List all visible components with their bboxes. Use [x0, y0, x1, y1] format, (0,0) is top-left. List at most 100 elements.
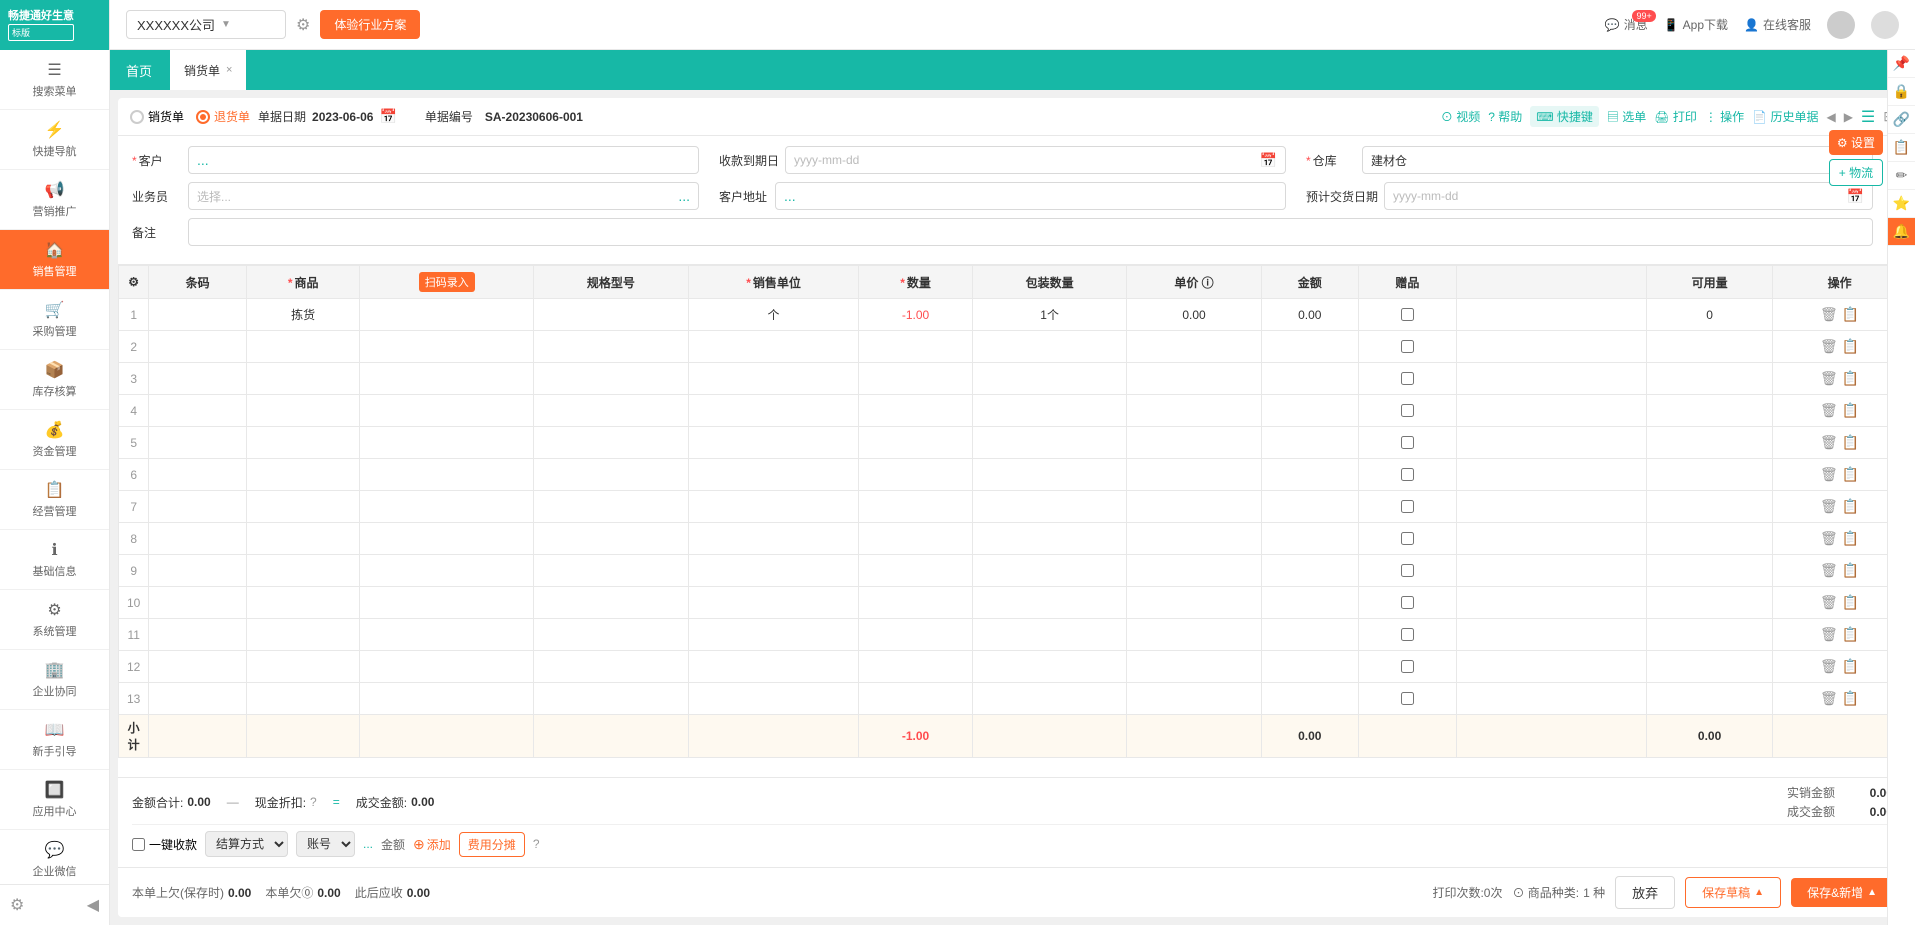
gift-checkbox[interactable] — [1401, 340, 1414, 353]
gift-checkbox[interactable] — [1401, 564, 1414, 577]
sidebar-item-quick-nav[interactable]: ⚡ 快捷导航 — [0, 110, 109, 170]
nav-next-icon[interactable]: ▶ — [1844, 110, 1853, 124]
logistics-float-btn[interactable]: + 物流 — [1829, 159, 1883, 186]
radio-return-order[interactable]: 退货单 — [196, 108, 250, 125]
right-panel-copy[interactable]: 📋 — [1888, 134, 1915, 162]
gift-checkbox[interactable] — [1401, 660, 1414, 673]
delete-row-icon[interactable]: 🗑 — [1820, 466, 1838, 482]
right-panel-link[interactable]: 🔗 — [1888, 106, 1915, 134]
right-panel-alert[interactable]: 🔔 — [1888, 218, 1915, 246]
gift-checkbox[interactable] — [1401, 436, 1414, 449]
gift-checkbox[interactable] — [1401, 404, 1414, 417]
salesperson-input[interactable]: 选择... ... — [188, 182, 699, 210]
tab-sales-order[interactable]: 销货单 × — [170, 50, 246, 90]
copy-row-icon[interactable]: 📋 — [1842, 658, 1859, 674]
select-link[interactable]: ▤ 选单 — [1607, 108, 1646, 125]
gift-checkbox[interactable] — [1401, 596, 1414, 609]
row-pkg-qty[interactable]: 1个 — [972, 299, 1127, 331]
row-spec[interactable] — [534, 299, 689, 331]
gift-checkbox[interactable] — [1401, 308, 1414, 321]
radio-sale-order[interactable]: 销货单 — [130, 108, 184, 125]
settlement-method-select[interactable]: 结算方式 — [205, 831, 288, 857]
save-new-button[interactable]: 保存&新增 ▲ — [1791, 878, 1893, 907]
add-payment-btn[interactable]: ⊕ 添加 — [413, 836, 451, 853]
row-spec[interactable] — [534, 331, 689, 363]
shortcut-link[interactable]: ⌨ 快捷键 — [1530, 106, 1599, 127]
delete-row-icon[interactable]: 🗑 — [1820, 658, 1838, 674]
right-panel-edit[interactable]: ✏ — [1888, 162, 1915, 190]
sidebar-item-guide[interactable]: 📖 新手引导 — [0, 710, 109, 770]
user-avatar[interactable] — [1827, 11, 1855, 39]
copy-row-icon[interactable]: 📋 — [1842, 562, 1859, 578]
delete-row-icon[interactable]: 🗑 — [1820, 626, 1838, 642]
history-link[interactable]: 📄 历史单据 — [1752, 108, 1818, 125]
gift-checkbox[interactable] — [1401, 372, 1414, 385]
save-draft-button[interactable]: 保存草稿 ▲ — [1685, 877, 1781, 908]
copy-row-icon[interactable]: 📋 — [1842, 498, 1859, 514]
copy-row-icon[interactable]: 📋 — [1842, 530, 1859, 546]
receive-due-input[interactable]: yyyy-mm-dd 📅 — [785, 146, 1286, 174]
gift-checkbox[interactable] — [1401, 628, 1414, 641]
gift-checkbox[interactable] — [1401, 532, 1414, 545]
sidebar-item-inventory[interactable]: 📦 库存核算 — [0, 350, 109, 410]
row-unit[interactable]: 个 — [688, 299, 859, 331]
copy-row-icon[interactable]: 📋 — [1842, 402, 1859, 418]
row-product[interactable] — [246, 331, 359, 363]
right-panel-star[interactable]: ⭐ — [1888, 190, 1915, 218]
collapse-icon[interactable]: ◀ — [87, 895, 99, 915]
copy-row-icon[interactable]: 📋 — [1842, 434, 1859, 450]
print-link[interactable]: 🖨 打印 — [1654, 108, 1697, 125]
sidebar-item-basic[interactable]: ℹ 基础信息 — [0, 530, 109, 590]
company-select[interactable]: XXXXXX公司 ▼ — [126, 10, 286, 39]
copy-row-icon[interactable]: 📋 — [1842, 370, 1859, 386]
nav-prev-icon[interactable]: ◀ — [1826, 110, 1835, 124]
discard-button[interactable]: 放弃 — [1615, 876, 1675, 909]
scan-btn[interactable]: 扫码录入 — [419, 272, 475, 292]
delete-row-icon[interactable]: 🗑 — [1820, 562, 1838, 578]
warehouse-input[interactable]: 建材仓 ... — [1362, 146, 1873, 174]
delete-row-icon[interactable]: 🗑 — [1820, 338, 1838, 354]
gift-checkbox[interactable] — [1401, 692, 1414, 705]
col-settings[interactable]: ⚙ — [119, 266, 149, 299]
delete-row-icon[interactable]: 🗑 — [1820, 402, 1838, 418]
one-key-checkbox[interactable] — [132, 838, 145, 851]
delete-row-icon[interactable]: 🗑 — [1820, 370, 1838, 386]
settings-float-btn[interactable]: ⚙ 设置 — [1829, 130, 1883, 155]
expense-help-icon[interactable]: ? — [533, 837, 540, 851]
delete-row-icon[interactable]: 🗑 — [1820, 530, 1838, 546]
row-unit[interactable] — [688, 331, 859, 363]
copy-row-icon[interactable]: 📋 — [1842, 306, 1859, 322]
delete-row-icon[interactable]: 🗑 — [1820, 498, 1838, 514]
operation-link[interactable]: ⋮ 操作 — [1705, 108, 1744, 125]
right-panel-pin[interactable]: 📌 — [1888, 50, 1915, 78]
expense-split-btn[interactable]: 费用分摊 — [459, 832, 525, 857]
delete-row-icon[interactable]: 🗑 — [1820, 690, 1838, 706]
settings-icon[interactable]: ⚙ — [10, 895, 24, 915]
sidebar-item-system[interactable]: ⚙ 系统管理 — [0, 590, 109, 650]
row-barcode[interactable] — [149, 299, 247, 331]
copy-row-icon[interactable]: 📋 — [1842, 626, 1859, 642]
row-qty[interactable]: -1.00 — [859, 299, 972, 331]
app-download-item[interactable]: 📱 App下载 — [1664, 16, 1728, 33]
row-gift[interactable] — [1359, 299, 1457, 331]
sidebar-item-enterprise[interactable]: 🏢 企业协同 — [0, 650, 109, 710]
sidebar-item-operation[interactable]: 📋 经营管理 — [0, 470, 109, 530]
row-qty[interactable] — [859, 331, 972, 363]
row-gift[interactable] — [1359, 331, 1457, 363]
row-barcode[interactable] — [149, 331, 247, 363]
sidebar-item-purchase[interactable]: 🛒 采购管理 — [0, 290, 109, 350]
list-view-icon[interactable]: ☰ — [1861, 107, 1875, 127]
gift-checkbox[interactable] — [1401, 468, 1414, 481]
right-panel-lock[interactable]: 🔒 — [1888, 78, 1915, 106]
account-select[interactable]: 账号 — [296, 831, 355, 857]
account-dots[interactable]: ... — [363, 837, 373, 851]
copy-row-icon[interactable]: 📋 — [1842, 338, 1859, 354]
help-link[interactable]: ? 帮助 — [1488, 108, 1522, 125]
delete-row-icon[interactable]: 🗑 — [1820, 306, 1838, 322]
online-service-item[interactable]: 👤 在线客服 — [1744, 16, 1811, 33]
customer-input[interactable]: ... — [188, 146, 699, 174]
sidebar-item-marketing[interactable]: 📢 营销推广 — [0, 170, 109, 230]
settings-gear-icon[interactable]: ⚙ — [296, 15, 310, 35]
sidebar-item-capital[interactable]: 💰 资金管理 — [0, 410, 109, 470]
delete-row-icon[interactable]: 🗑 — [1820, 434, 1838, 450]
